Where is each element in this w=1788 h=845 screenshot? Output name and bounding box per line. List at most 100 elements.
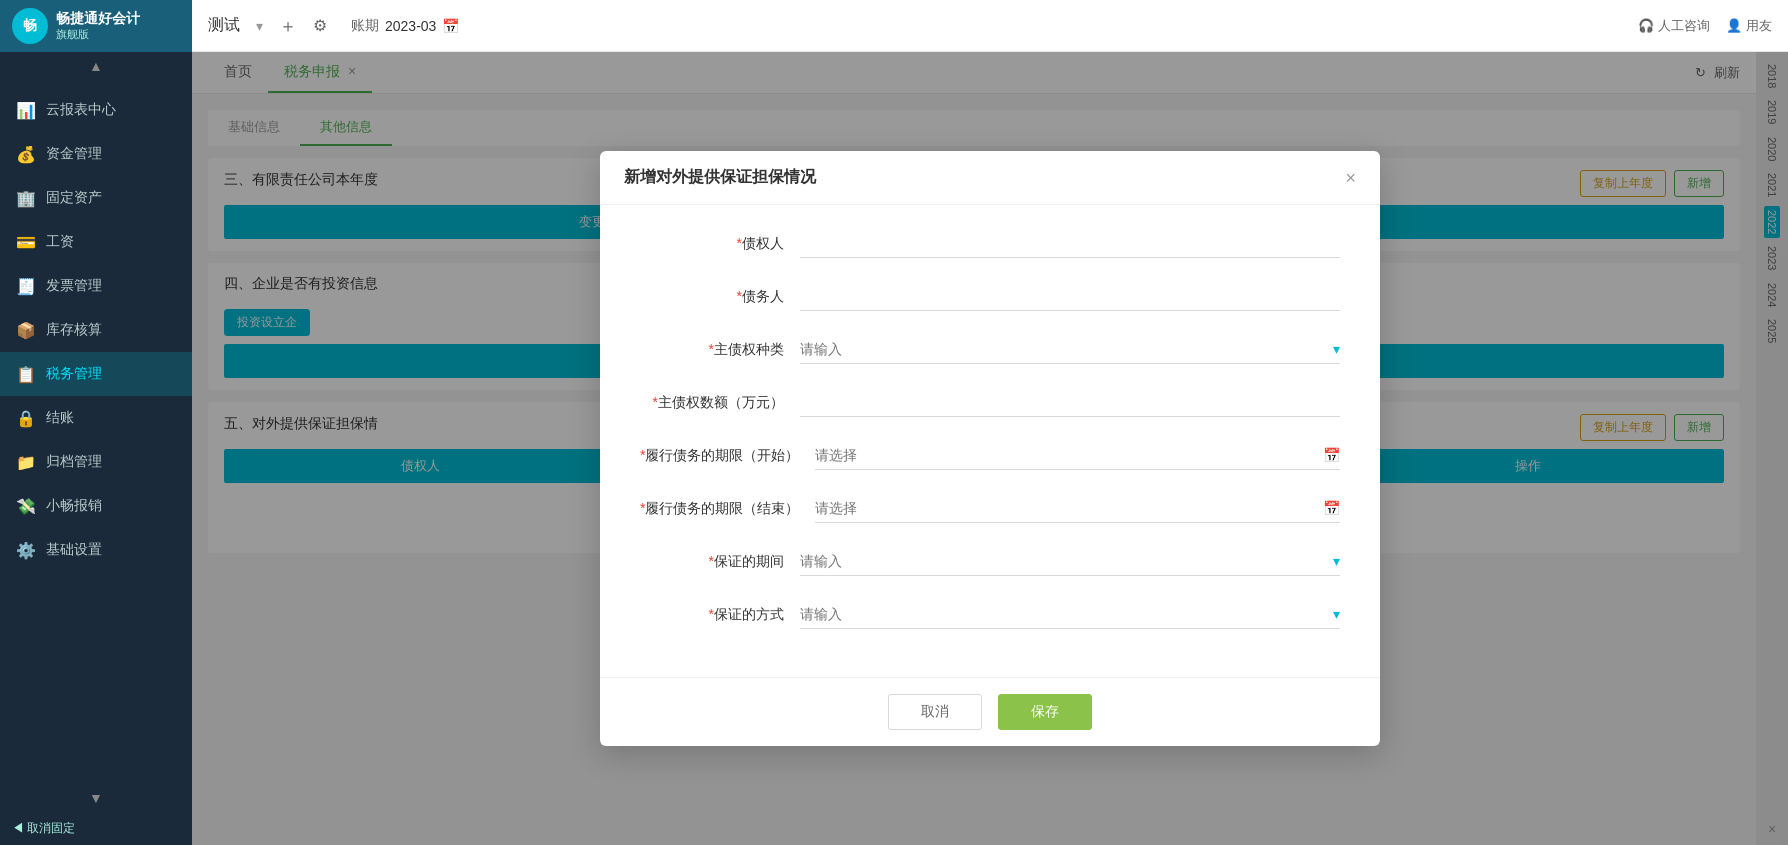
- app-logo: 畅: [12, 8, 48, 44]
- add-icon[interactable]: ＋: [279, 14, 297, 38]
- sidebar-item-label: 固定资产: [46, 189, 102, 207]
- lock-icon: 🔒: [16, 408, 36, 428]
- form-control-guarantee-method: ▾: [800, 600, 1340, 629]
- claim-amount-input[interactable]: [800, 388, 1340, 417]
- modal-header: 新增对外提供保证担保情况 ×: [600, 151, 1380, 205]
- topbar-right: 🎧 人工咨询 👤 用友: [1638, 17, 1772, 35]
- expense-icon: 💸: [16, 496, 36, 516]
- form-label-period-start: *履行债务的期限（开始）: [640, 447, 815, 465]
- form-label-period-end: *履行债务的期限（结束）: [640, 500, 815, 518]
- claim-type-select-wrapper: ▾: [800, 335, 1340, 364]
- sidebar-bottom-action[interactable]: ◀ 取消固定: [0, 812, 192, 845]
- form-control-claim-type: ▾: [800, 335, 1340, 364]
- sidebar-item-closing[interactable]: 🔒 结账: [0, 396, 192, 440]
- chart-icon: 📊: [16, 100, 36, 120]
- fund-icon: 💰: [16, 144, 36, 164]
- period-start-date-wrapper: 📅: [815, 441, 1340, 470]
- save-button[interactable]: 保存: [998, 694, 1092, 730]
- company-chevron-icon[interactable]: ▾: [256, 18, 263, 34]
- sidebar-item-tax[interactable]: 📋 税务管理: [0, 352, 192, 396]
- sidebar-scroll-up[interactable]: ▲: [0, 52, 192, 80]
- period-start-input[interactable]: [815, 447, 1323, 463]
- sidebar-item-cloud-reports[interactable]: 📊 云报表中心: [0, 88, 192, 132]
- form-control-period-start: 📅: [815, 441, 1340, 470]
- sidebar-item-label: 发票管理: [46, 277, 102, 295]
- form-label-debtor: *债务人: [640, 288, 800, 306]
- form-label-claim-type: *主债权种类: [640, 341, 800, 359]
- sidebar-item-label: 工资: [46, 233, 74, 251]
- sidebar-item-fixed-assets[interactable]: 🏢 固定资产: [0, 176, 192, 220]
- modal-close-button[interactable]: ×: [1345, 169, 1356, 187]
- modal-overlay: 新增对外提供保证担保情况 × *债权人: [192, 52, 1788, 845]
- archive-icon: 📁: [16, 452, 36, 472]
- headset-icon: 🎧: [1638, 18, 1654, 33]
- app-title: 畅捷通好会计: [56, 10, 140, 27]
- sidebar-item-expense[interactable]: 💸 小畅报销: [0, 484, 192, 528]
- calendar-icon[interactable]: 📅: [442, 18, 459, 34]
- form-row-claim-amount: *主债权数额（万元）: [640, 388, 1340, 417]
- service-label: 人工咨询: [1658, 17, 1710, 35]
- form-label-claim-amount: *主债权数额（万元）: [640, 394, 800, 412]
- guarantee-period-select-wrapper: ▾: [800, 547, 1340, 576]
- sidebar-nav: 📊 云报表中心 💰 资金管理 🏢 固定资产 💳 工资 🧾 发票管理 📦: [0, 80, 192, 784]
- form-row-creditor: *债权人: [640, 229, 1340, 258]
- form-label-guarantee-period: *保证的期间: [640, 553, 800, 571]
- period-value: 2023-03: [385, 18, 436, 34]
- modal-title: 新增对外提供保证担保情况: [624, 167, 816, 188]
- claim-type-arrow-icon[interactable]: ▾: [1333, 341, 1340, 357]
- gear-icon[interactable]: ⚙: [313, 16, 327, 35]
- period-end-input[interactable]: [815, 500, 1323, 516]
- form-row-period-start: *履行债务的期限（开始） 📅: [640, 441, 1340, 470]
- period-end-date-wrapper: 📅: [815, 494, 1340, 523]
- form-label-creditor: *债权人: [640, 235, 800, 253]
- period-end-calendar-icon[interactable]: 📅: [1323, 500, 1340, 516]
- user-label: 用友: [1746, 17, 1772, 35]
- sidebar-item-label: 基础设置: [46, 541, 102, 559]
- guarantee-method-select[interactable]: [800, 606, 1333, 622]
- modal-dialog: 新增对外提供保证担保情况 × *债权人: [600, 151, 1380, 746]
- settings-icon: ⚙️: [16, 540, 36, 560]
- unpin-label: ◀ 取消固定: [12, 820, 75, 837]
- sidebar-item-archive[interactable]: 📁 归档管理: [0, 440, 192, 484]
- guarantee-period-select[interactable]: [800, 553, 1333, 569]
- form-control-period-end: 📅: [815, 494, 1340, 523]
- modal-footer: 取消 保存: [600, 677, 1380, 746]
- period-label: 账期: [351, 17, 379, 35]
- user-button[interactable]: 👤 用友: [1726, 17, 1772, 35]
- sidebar-item-label: 库存核算: [46, 321, 102, 339]
- form-row-guarantee-method: *保证的方式 ▾: [640, 600, 1340, 629]
- service-button[interactable]: 🎧 人工咨询: [1638, 17, 1710, 35]
- sidebar-item-inventory[interactable]: 📦 库存核算: [0, 308, 192, 352]
- sidebar-item-payroll[interactable]: 💳 工资: [0, 220, 192, 264]
- sidebar: 畅 畅捷通好会计 旗舰版 ▲ 📊 云报表中心 💰 资金管理 🏢 固定资产 💳: [0, 0, 192, 845]
- form-row-guarantee-period: *保证的期间 ▾: [640, 547, 1340, 576]
- debtor-input[interactable]: [800, 282, 1340, 311]
- building-icon: 🏢: [16, 188, 36, 208]
- cancel-button[interactable]: 取消: [888, 694, 982, 730]
- sidebar-item-label: 小畅报销: [46, 497, 102, 515]
- form-row-claim-type: *主债权种类 ▾: [640, 335, 1340, 364]
- sidebar-item-label: 结账: [46, 409, 74, 427]
- sidebar-item-label: 税务管理: [46, 365, 102, 383]
- topbar: 测试 ▾ ＋ ⚙ 账期 2023-03 📅 🎧 人工咨询 👤 用友: [192, 0, 1788, 52]
- guarantee-method-arrow-icon[interactable]: ▾: [1333, 606, 1340, 622]
- sidebar-item-fund-management[interactable]: 💰 资金管理: [0, 132, 192, 176]
- inventory-icon: 📦: [16, 320, 36, 340]
- claim-type-select[interactable]: [800, 341, 1333, 357]
- sidebar-item-settings[interactable]: ⚙️ 基础设置: [0, 528, 192, 572]
- tax-icon: 📋: [16, 364, 36, 384]
- form-label-guarantee-method: *保证的方式: [640, 606, 800, 624]
- creditor-input[interactable]: [800, 229, 1340, 258]
- guarantee-period-arrow-icon[interactable]: ▾: [1333, 553, 1340, 569]
- guarantee-method-select-wrapper: ▾: [800, 600, 1340, 629]
- sidebar-scroll-down[interactable]: ▼: [0, 784, 192, 812]
- invoice-icon: 🧾: [16, 276, 36, 296]
- company-name: 测试: [208, 15, 240, 36]
- period-start-calendar-icon[interactable]: 📅: [1323, 447, 1340, 463]
- sidebar-item-invoice[interactable]: 🧾 发票管理: [0, 264, 192, 308]
- sidebar-item-label: 云报表中心: [46, 101, 116, 119]
- form-row-period-end: *履行债务的期限（结束） 📅: [640, 494, 1340, 523]
- payroll-icon: 💳: [16, 232, 36, 252]
- form-row-debtor: *债务人: [640, 282, 1340, 311]
- user-icon: 👤: [1726, 18, 1742, 33]
